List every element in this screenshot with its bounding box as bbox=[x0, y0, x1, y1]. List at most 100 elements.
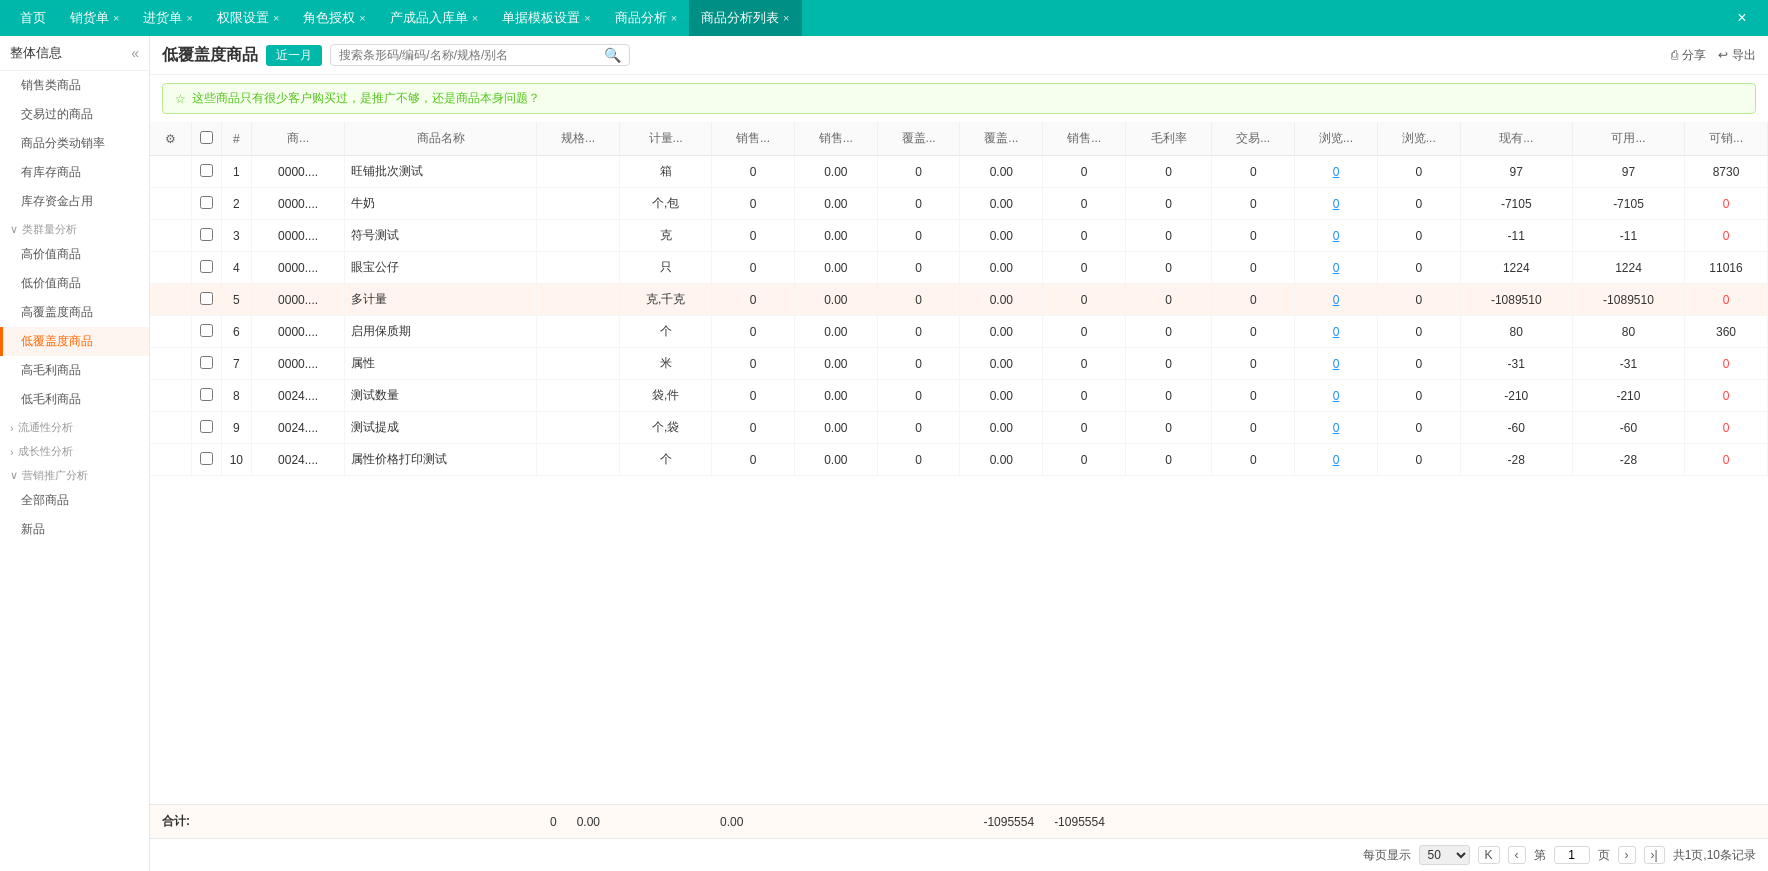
nav-product-analysis-list-close[interactable]: × bbox=[783, 12, 789, 24]
col-sales-x[interactable]: 销售... bbox=[1043, 122, 1126, 156]
nav-template-close[interactable]: × bbox=[584, 12, 590, 24]
nav-product-analysis-list[interactable]: 商品分析列表 × bbox=[689, 0, 801, 36]
page-number-input[interactable] bbox=[1554, 846, 1590, 864]
nav-product-inbound[interactable]: 产成品入库单 × bbox=[378, 0, 490, 36]
window-close-button[interactable]: × bbox=[1724, 0, 1760, 36]
row-checkbox-cell[interactable] bbox=[191, 316, 221, 348]
sidebar-item-low-coverage[interactable]: 低覆盖度商品 bbox=[0, 327, 149, 356]
sidebar-item-traded-products[interactable]: 交易过的商品 bbox=[0, 100, 149, 129]
search-icon[interactable]: 🔍 bbox=[604, 47, 621, 63]
row-settings[interactable] bbox=[150, 188, 191, 220]
sidebar-section-marketing[interactable]: ∨ 营销推广分析 bbox=[0, 462, 149, 486]
row-checkbox-cell[interactable] bbox=[191, 284, 221, 316]
export-button[interactable]: ↩ 导出 bbox=[1718, 47, 1756, 64]
row-settings[interactable] bbox=[150, 220, 191, 252]
row-checkbox[interactable] bbox=[200, 196, 213, 209]
row-checkbox[interactable] bbox=[200, 324, 213, 337]
sidebar-collapse-button[interactable]: « bbox=[131, 45, 139, 61]
row-checkbox-cell[interactable] bbox=[191, 444, 221, 476]
sidebar-section-growth[interactable]: › 成长性分析 bbox=[0, 438, 149, 462]
sidebar-section-cluster-analysis[interactable]: ∨ 类群量分析 bbox=[0, 216, 149, 240]
row-checkbox[interactable] bbox=[200, 228, 213, 241]
nav-product-analysis-close[interactable]: × bbox=[671, 12, 677, 24]
col-spec[interactable]: 规格... bbox=[537, 122, 620, 156]
row-checkbox-cell[interactable] bbox=[191, 380, 221, 412]
row-checkbox[interactable] bbox=[200, 164, 213, 177]
sidebar-item-high-gross[interactable]: 高毛利商品 bbox=[0, 356, 149, 385]
last-page-button[interactable]: ›| bbox=[1644, 846, 1665, 864]
col-sales-qty[interactable]: 销售... bbox=[712, 122, 795, 156]
row-checkbox-cell[interactable] bbox=[191, 188, 221, 220]
search-input[interactable] bbox=[339, 48, 604, 62]
row-browse1[interactable]: 0 bbox=[1295, 348, 1378, 380]
row-checkbox[interactable] bbox=[200, 420, 213, 433]
row-settings[interactable] bbox=[150, 412, 191, 444]
col-code[interactable]: 商... bbox=[251, 122, 344, 156]
sidebar-item-low-value[interactable]: 低价值商品 bbox=[0, 269, 149, 298]
col-sales-amt[interactable]: 销售... bbox=[794, 122, 877, 156]
row-browse1[interactable]: 0 bbox=[1295, 412, 1378, 444]
row-checkbox[interactable] bbox=[200, 260, 213, 273]
row-checkbox-cell[interactable] bbox=[191, 348, 221, 380]
sidebar-item-low-gross[interactable]: 低毛利商品 bbox=[0, 385, 149, 414]
nav-role-auth[interactable]: 角色授权 × bbox=[291, 0, 377, 36]
nav-permission-settings[interactable]: 权限设置 × bbox=[205, 0, 291, 36]
row-browse1[interactable]: 0 bbox=[1295, 220, 1378, 252]
col-coverage1[interactable]: 覆盖... bbox=[877, 122, 960, 156]
nav-purchase-order[interactable]: 进货单 × bbox=[131, 0, 204, 36]
sidebar-item-high-coverage[interactable]: 高覆盖度商品 bbox=[0, 298, 149, 327]
col-sellable[interactable]: 可销... bbox=[1685, 122, 1768, 156]
col-trade[interactable]: 交易... bbox=[1212, 122, 1295, 156]
row-browse1[interactable]: 0 bbox=[1295, 156, 1378, 188]
col-name[interactable]: 商品名称 bbox=[345, 122, 537, 156]
row-browse1[interactable]: 0 bbox=[1295, 316, 1378, 348]
sidebar-item-inventory-capital[interactable]: 库存资金占用 bbox=[0, 187, 149, 216]
row-checkbox[interactable] bbox=[200, 388, 213, 401]
col-unit[interactable]: 计量... bbox=[619, 122, 711, 156]
sidebar-item-category-sales-rate[interactable]: 商品分类动销率 bbox=[0, 129, 149, 158]
nav-permission-close[interactable]: × bbox=[273, 12, 279, 24]
col-gross-rate[interactable]: 毛利率 bbox=[1126, 122, 1212, 156]
sidebar-section-liquidity[interactable]: › 流通性分析 bbox=[0, 414, 149, 438]
col-available[interactable]: 可用... bbox=[1572, 122, 1684, 156]
nav-home[interactable]: 首页 bbox=[8, 0, 58, 36]
nav-sales-order[interactable]: 销货单 × bbox=[58, 0, 131, 36]
row-settings[interactable] bbox=[150, 444, 191, 476]
first-page-button[interactable]: K bbox=[1478, 846, 1500, 864]
row-checkbox-cell[interactable] bbox=[191, 156, 221, 188]
row-checkbox[interactable] bbox=[200, 292, 213, 305]
row-checkbox[interactable] bbox=[200, 452, 213, 465]
nav-sales-order-close[interactable]: × bbox=[113, 12, 119, 24]
row-checkbox-cell[interactable] bbox=[191, 412, 221, 444]
page-size-select[interactable]: 50 20 100 bbox=[1419, 845, 1470, 865]
col-current[interactable]: 现有... bbox=[1460, 122, 1572, 156]
row-settings[interactable] bbox=[150, 316, 191, 348]
row-settings[interactable] bbox=[150, 380, 191, 412]
nav-purchase-order-close[interactable]: × bbox=[186, 12, 192, 24]
nav-role-auth-close[interactable]: × bbox=[359, 12, 365, 24]
time-filter-button[interactable]: 近一月 bbox=[266, 45, 322, 66]
col-browse1[interactable]: 浏览... bbox=[1295, 122, 1378, 156]
row-checkbox[interactable] bbox=[200, 356, 213, 369]
row-checkbox-cell[interactable] bbox=[191, 220, 221, 252]
nav-product-analysis[interactable]: 商品分析 × bbox=[603, 0, 689, 36]
select-all-checkbox[interactable] bbox=[200, 131, 213, 144]
sidebar-item-high-value[interactable]: 高价值商品 bbox=[0, 240, 149, 269]
nav-template-settings[interactable]: 单据模板设置 × bbox=[490, 0, 602, 36]
row-browse1[interactable]: 0 bbox=[1295, 284, 1378, 316]
row-checkbox-cell[interactable] bbox=[191, 252, 221, 284]
col-browse2[interactable]: 浏览... bbox=[1377, 122, 1460, 156]
prev-page-button[interactable]: ‹ bbox=[1508, 846, 1526, 864]
sidebar-item-in-stock-products[interactable]: 有库存商品 bbox=[0, 158, 149, 187]
sidebar-item-all-products[interactable]: 全部商品 bbox=[0, 486, 149, 515]
row-browse1[interactable]: 0 bbox=[1295, 252, 1378, 284]
next-page-button[interactable]: › bbox=[1618, 846, 1636, 864]
row-settings[interactable] bbox=[150, 284, 191, 316]
row-settings[interactable] bbox=[150, 252, 191, 284]
sidebar-item-new-products[interactable]: 新品 bbox=[0, 515, 149, 544]
row-settings[interactable] bbox=[150, 348, 191, 380]
row-settings[interactable] bbox=[150, 156, 191, 188]
col-select-all[interactable] bbox=[191, 122, 221, 156]
sidebar-item-sales-products[interactable]: 销售类商品 bbox=[0, 71, 149, 100]
col-coverage2[interactable]: 覆盖... bbox=[960, 122, 1043, 156]
